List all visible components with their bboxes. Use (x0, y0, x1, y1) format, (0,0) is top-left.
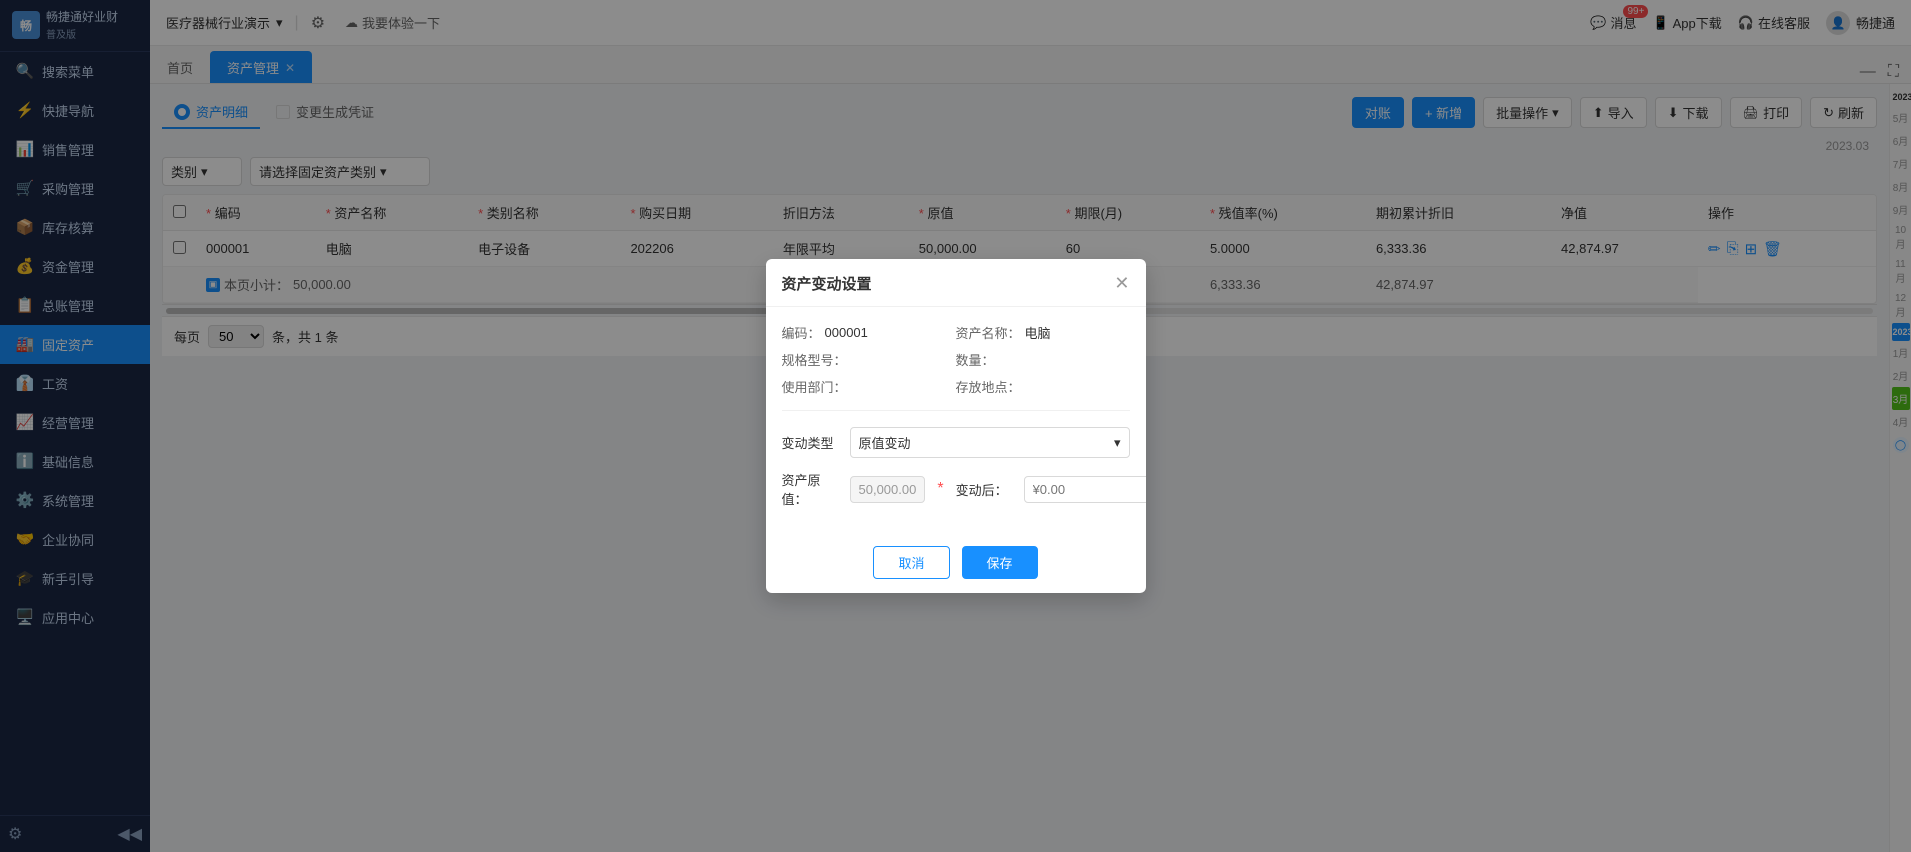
asset-value-input: 50,000.00 (850, 476, 926, 503)
modal-info-name: 资产名称： 电脑 (956, 323, 1130, 342)
asset-change-modal: 资产变动设置 ✕ 编码： 000001 资产名称： 电脑 规格型号： 数量： (766, 259, 1146, 593)
modal-header: 资产变动设置 ✕ (766, 259, 1146, 307)
modal-info-grid: 编码： 000001 资产名称： 电脑 规格型号： 数量： 使用部门： (782, 323, 1130, 411)
modal-info-location: 存放地点： (956, 377, 1130, 396)
modal-info-code: 编码： 000001 (782, 323, 956, 342)
change-type-value: 原值变动 (859, 433, 911, 452)
modal-body: 编码： 000001 资产名称： 电脑 规格型号： 数量： 使用部门： (766, 307, 1146, 536)
required-marker: * (937, 480, 943, 498)
modal-title: 资产变动设置 (782, 273, 872, 294)
modal-info-spec: 规格型号： (782, 350, 956, 369)
modal-footer: 取消 保存 (766, 536, 1146, 593)
after-label: 变动后： (956, 480, 1016, 499)
change-type-select[interactable]: 原值变动 ▾ (850, 427, 1130, 458)
modal-info-qty: 数量： (956, 350, 1130, 369)
change-type-chevron-icon: ▾ (1114, 435, 1121, 451)
change-type-row: 变动类型 原值变动 ▾ (782, 427, 1130, 458)
asset-value-row: 资产原值： 50,000.00 * 变动后： (782, 470, 1130, 508)
after-value-input[interactable] (1024, 476, 1146, 503)
change-type-label: 变动类型 (782, 433, 842, 452)
modal-info-dept: 使用部门： (782, 377, 956, 396)
save-button[interactable]: 保存 (962, 546, 1038, 579)
asset-value-label: 资产原值： (782, 470, 842, 508)
cancel-button[interactable]: 取消 (873, 546, 949, 579)
modal-close-button[interactable]: ✕ (1114, 273, 1129, 294)
modal-overlay: 资产变动设置 ✕ 编码： 000001 资产名称： 电脑 规格型号： 数量： (0, 0, 1911, 852)
